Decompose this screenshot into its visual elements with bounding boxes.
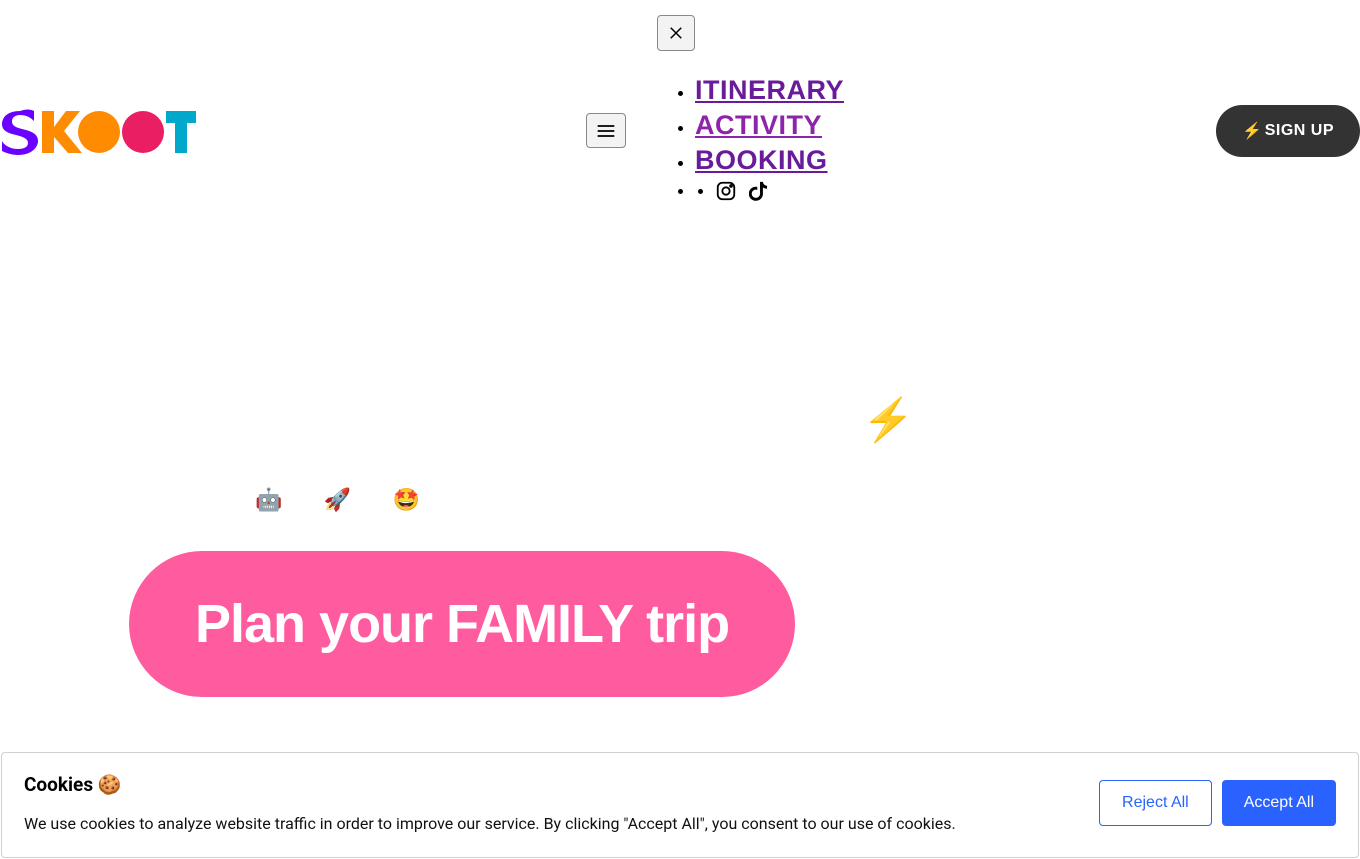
plan-trip-button[interactable]: Plan your FAMILY trip [129,551,795,697]
instagram-icon [715,180,737,202]
main-nav: ITINERARY ACTIVITY BOOKING [675,75,844,210]
close-icon [667,24,685,42]
hero-emoji-row: 🤖 🚀 🤩 [255,488,438,513]
reject-cookies-button[interactable]: Reject All [1099,780,1212,826]
cookie-title: Cookies 🍪 [24,773,1079,796]
menu-button[interactable] [586,113,626,148]
close-button[interactable] [657,15,695,51]
signup-button[interactable]: ⚡ SIGN UP [1216,105,1360,157]
tiktok-link[interactable] [749,180,771,206]
accept-cookies-button[interactable]: Accept All [1222,780,1336,826]
skoot-logo-icon [0,109,196,155]
nav-item-booking: BOOKING [695,145,844,176]
tiktok-icon [749,180,771,202]
hamburger-icon [596,124,616,138]
signup-label: SIGN UP [1265,122,1334,140]
nav-link-booking[interactable]: BOOKING [695,145,828,175]
nav-item-itinerary: ITINERARY [695,75,844,106]
cookie-banner: Cookies 🍪 We use cookies to analyze webs… [1,752,1359,858]
nav-item-activity: ACTIVITY [695,110,844,141]
nav-link-itinerary[interactable]: ITINERARY [695,75,844,105]
bolt-icon: ⚡ [1242,121,1262,141]
nav-link-activity[interactable]: ACTIVITY [695,110,822,140]
instagram-link[interactable] [715,180,737,206]
nav-item-social [695,180,844,206]
cookie-text: We use cookies to analyze website traffi… [24,814,1079,833]
hero-bolt-icon: ⚡ [862,396,914,445]
logo-skoot[interactable] [0,109,196,155]
